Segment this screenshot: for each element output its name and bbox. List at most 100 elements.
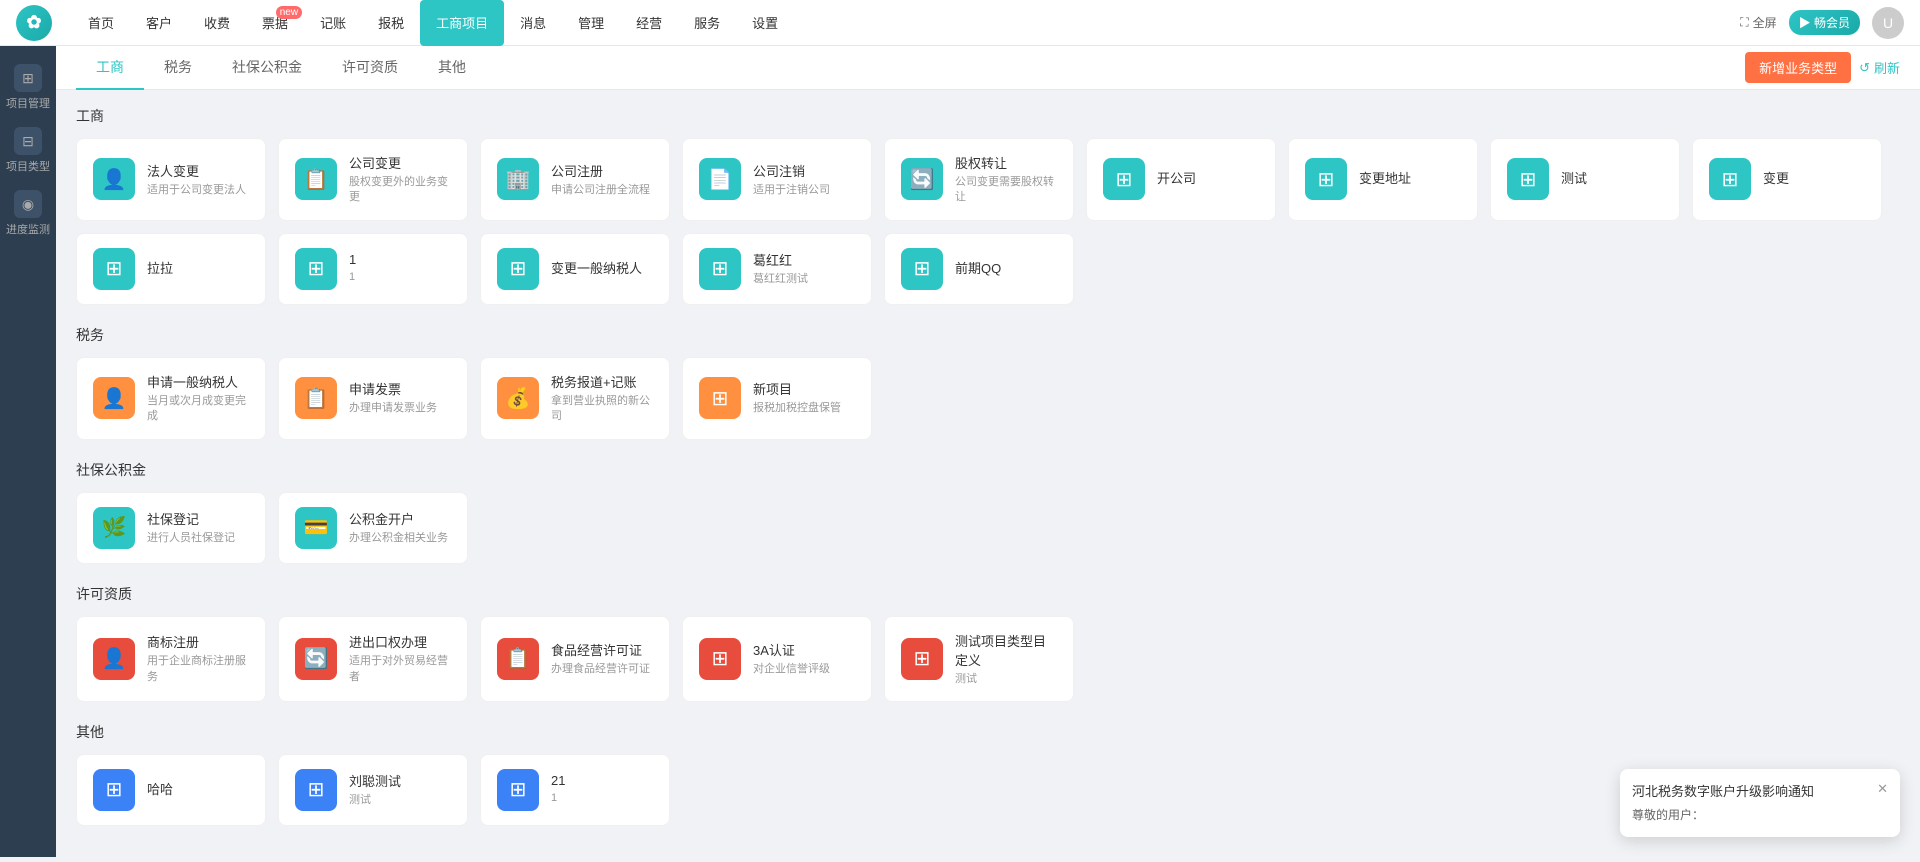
add-business-type-button[interactable]: 新增业务类型 — [1745, 52, 1851, 83]
card-21-text: 21 1 — [551, 773, 653, 806]
nav-items: 首页 客户 收费 票据 new 记账 报税 工商项目 消息 管理 经营 服务 设… — [72, 0, 1740, 46]
sidebar-item-project-manage[interactable]: ⊞ 项目管理 — [0, 56, 56, 119]
card-trademark[interactable]: 👤 商标注册 用于企业商标注册服务 — [76, 616, 266, 702]
change-address-icon: ⊞ — [1305, 158, 1347, 200]
nav-bizproject[interactable]: 工商项目 — [420, 0, 504, 46]
card-haha[interactable]: ⊞ 哈哈 — [76, 754, 266, 826]
card-food-license[interactable]: 📋 食品经营许可证 办理食品经营许可证 — [480, 616, 670, 702]
card-3a-cert-text: 3A认证 对企业信誉评级 — [753, 640, 855, 677]
card-legal-change[interactable]: 👤 法人变更 适用于公司变更法人 — [76, 138, 266, 221]
section-other-title: 其他 — [76, 722, 1900, 742]
nav-tax[interactable]: 报税 — [362, 0, 420, 46]
card-apply-invoice[interactable]: 📋 申请发票 办理申请发票业务 — [278, 357, 468, 440]
card-change-address-text: 变更地址 — [1359, 168, 1461, 190]
tab-social-insurance[interactable]: 社保公积金 — [212, 46, 322, 90]
company-cancel-icon: 📄 — [699, 158, 741, 200]
section-social-insurance: 社保公积金 🌿 社保登记 进行人员社保登记 💳 公积金开户 办理公积金相关业务 — [76, 460, 1900, 564]
card-3a-cert[interactable]: ⊞ 3A认证 对企业信誉评级 — [682, 616, 872, 702]
tab-other[interactable]: 其他 — [418, 46, 486, 90]
nav-service[interactable]: 服务 — [678, 0, 736, 46]
tab-bizreg[interactable]: 工商 — [76, 46, 144, 90]
nav-bookkeeping[interactable]: 记账 — [304, 0, 362, 46]
social-register-icon: 🌿 — [93, 507, 135, 549]
guhonghong-icon: ⊞ — [699, 248, 741, 290]
nav-manage[interactable]: 管理 — [562, 0, 620, 46]
nav-fee[interactable]: 收费 — [188, 0, 246, 46]
food-license-icon: 📋 — [497, 638, 539, 680]
section-qualification-title: 许可资质 — [76, 584, 1900, 604]
sidebar-item-project-type[interactable]: ⊟ 项目类型 — [0, 119, 56, 182]
avatar[interactable]: U — [1872, 7, 1904, 39]
card-social-register[interactable]: 🌿 社保登记 进行人员社保登记 — [76, 492, 266, 564]
card-test-type-text: 测试项目类型目定义 测试 — [955, 631, 1057, 687]
nav-client[interactable]: 客户 — [130, 0, 188, 46]
fullscreen-btn[interactable]: ⛶ 全屏 — [1740, 14, 1776, 31]
card-apply-taxpayer[interactable]: 👤 申请一般纳税人 当月或次月成变更完成 — [76, 357, 266, 440]
nav-message[interactable]: 消息 — [504, 0, 562, 46]
card-earlyqq-text: 前期QQ — [955, 258, 1057, 280]
progress-monitor-icon: ◉ — [14, 190, 42, 218]
main-content: 工商 税务 社保公积金 许可资质 其他 新增业务类型 ↺ 刷新 工商 👤 法人变… — [56, 46, 1920, 862]
card-liucong-test[interactable]: ⊞ 刘聪测试 测试 — [278, 754, 468, 826]
card-guhonghong-text: 葛红红 葛红红测试 — [753, 250, 855, 287]
one-icon: ⊞ — [295, 248, 337, 290]
tab-qualification[interactable]: 许可资质 — [322, 46, 418, 90]
test-icon: ⊞ — [1507, 158, 1549, 200]
liucong-test-icon: ⊞ — [295, 769, 337, 811]
card-test[interactable]: ⊞ 测试 — [1490, 138, 1680, 221]
card-guhonghong[interactable]: ⊞ 葛红红 葛红红测试 — [682, 233, 872, 305]
card-test-text: 测试 — [1561, 168, 1663, 190]
card-fund-open[interactable]: 💳 公积金开户 办理公积金相关业务 — [278, 492, 468, 564]
card-food-license-text: 食品经营许可证 办理食品经营许可证 — [551, 640, 653, 677]
card-lala[interactable]: ⊞ 拉拉 — [76, 233, 266, 305]
nav-settings[interactable]: 设置 — [736, 0, 794, 46]
nav-home[interactable]: 首页 — [72, 0, 130, 46]
card-change[interactable]: ⊞ 变更 — [1692, 138, 1882, 221]
lala-icon: ⊞ — [93, 248, 135, 290]
card-equity-transfer[interactable]: 🔄 股权转让 公司变更需要股权转让 — [884, 138, 1074, 221]
tab-tax[interactable]: 税务 — [144, 46, 212, 90]
top-navigation: ✿ 首页 客户 收费 票据 new 记账 报税 工商项目 消息 管理 经营 服务… — [0, 0, 1920, 46]
sidebar: ⊞ 项目管理 ⊟ 项目类型 ◉ 进度监测 — [0, 46, 56, 857]
section-social-insurance-title: 社保公积金 — [76, 460, 1900, 480]
nav-ticket[interactable]: 票据 new — [246, 0, 304, 46]
card-new-project[interactable]: ⊞ 新项目 报税加税控盘保管 — [682, 357, 872, 440]
21-icon: ⊞ — [497, 769, 539, 811]
card-change-taxpayer[interactable]: ⊞ 变更一般纳税人 — [480, 233, 670, 305]
section-tax: 税务 👤 申请一般纳税人 当月或次月成变更完成 📋 申请发票 办理申请发票业务 — [76, 325, 1900, 440]
card-one[interactable]: ⊞ 1 1 — [278, 233, 468, 305]
card-company-register[interactable]: 🏢 公司注册 申请公司注册全流程 — [480, 138, 670, 221]
card-fund-open-text: 公积金开户 办理公积金相关业务 — [349, 509, 451, 546]
apply-taxpayer-icon: 👤 — [93, 377, 135, 419]
card-open-company[interactable]: ⊞ 开公司 — [1086, 138, 1276, 221]
logo-icon: ✿ — [16, 5, 52, 41]
apply-invoice-icon: 📋 — [295, 377, 337, 419]
card-import-export-text: 进出口权办理 适用于对外贸易经营者 — [349, 632, 451, 685]
nav-operation[interactable]: 经营 — [620, 0, 678, 46]
card-earlyqq[interactable]: ⊞ 前期QQ — [884, 233, 1074, 305]
card-company-change[interactable]: 📋 公司变更 股权变更外的业务变更 — [278, 138, 468, 221]
card-new-project-text: 新项目 报税加税控盘保管 — [753, 379, 855, 416]
card-one-text: 1 1 — [349, 252, 451, 285]
card-import-export[interactable]: 🔄 进出口权办理 适用于对外贸易经营者 — [278, 616, 468, 702]
fund-open-icon: 💳 — [295, 507, 337, 549]
vip-button[interactable]: ▶ 畅会员 — [1789, 10, 1860, 35]
refresh-button[interactable]: ↺ 刷新 — [1859, 58, 1900, 77]
notification-title: 河北税务数字账户升级影响通知 ✕ — [1632, 781, 1888, 800]
sidebar-item-progress-monitor[interactable]: ◉ 进度监测 — [0, 182, 56, 245]
card-open-company-text: 开公司 — [1157, 168, 1259, 190]
card-legal-change-text: 法人变更 适用于公司变更法人 — [147, 161, 249, 198]
notification-close-button[interactable]: ✕ — [1877, 781, 1888, 800]
card-change-address[interactable]: ⊞ 变更地址 — [1288, 138, 1478, 221]
card-21[interactable]: ⊞ 21 1 — [480, 754, 670, 826]
card-change-text: 变更 — [1763, 168, 1865, 190]
qualification-cards-grid: 👤 商标注册 用于企业商标注册服务 🔄 进出口权办理 适用于对外贸易经营者 📋 — [76, 616, 1900, 702]
new-project-icon: ⊞ — [699, 377, 741, 419]
social-insurance-cards-grid: 🌿 社保登记 进行人员社保登记 💳 公积金开户 办理公积金相关业务 — [76, 492, 1900, 564]
earlyqq-icon: ⊞ — [901, 248, 943, 290]
card-company-cancel[interactable]: 📄 公司注销 适用于注销公司 — [682, 138, 872, 221]
card-tax-report[interactable]: 💰 税务报道+记账 拿到营业执照的新公司 — [480, 357, 670, 440]
card-test-type[interactable]: ⊞ 测试项目类型目定义 测试 — [884, 616, 1074, 702]
section-tax-title: 税务 — [76, 325, 1900, 345]
card-social-register-text: 社保登记 进行人员社保登记 — [147, 509, 249, 546]
